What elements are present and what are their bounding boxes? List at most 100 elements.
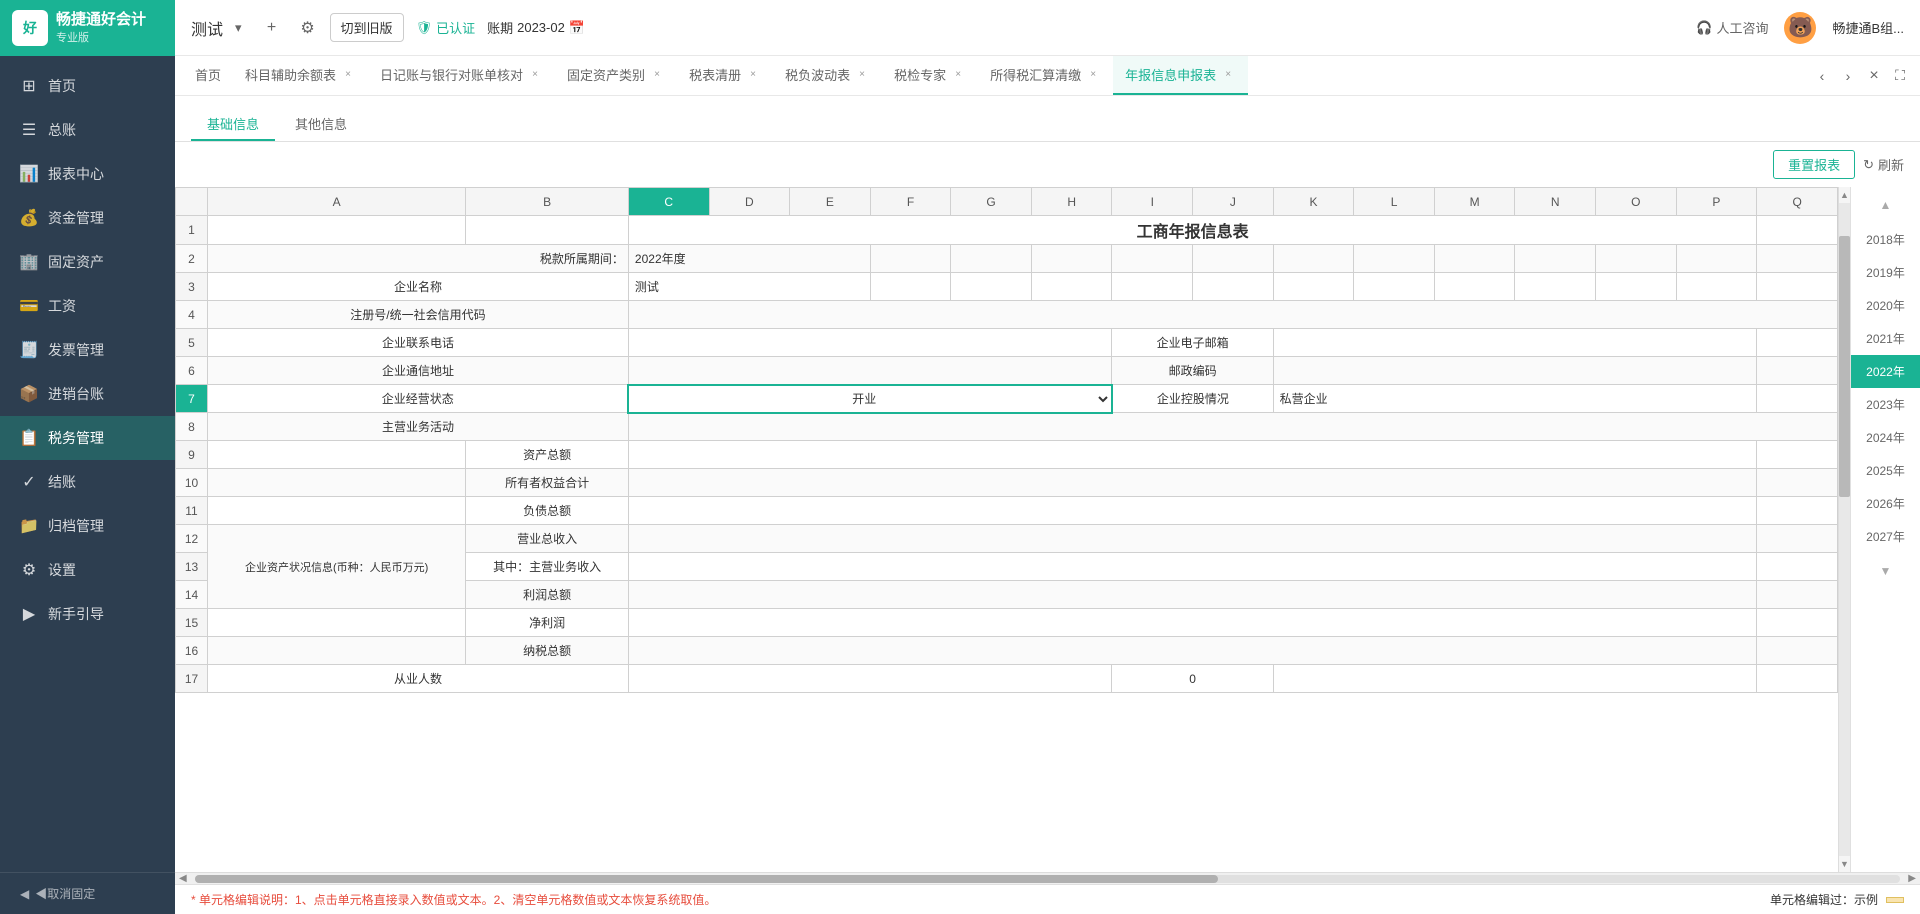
tab-journal[interactable]: 日记账与银行对账单核对 ×	[368, 56, 555, 95]
sidebar-item-capital[interactable]: 💰 资金管理	[0, 196, 175, 240]
sidebar-item-assets[interactable]: 🏢 固定资产	[0, 240, 175, 284]
year-nav-up-button[interactable]: ▲	[1872, 191, 1900, 219]
sidebar-item-invoice[interactable]: 🧾 发票管理	[0, 328, 175, 372]
cell-17c[interactable]	[628, 665, 1112, 693]
tab-fixed[interactable]: 固定资产类别 ×	[555, 56, 677, 95]
year-item-2024[interactable]: 2024年	[1851, 421, 1920, 454]
col-header-h[interactable]: H	[1031, 188, 1112, 216]
year-item-2026[interactable]: 2026年	[1851, 487, 1920, 520]
cell-17j[interactable]: 0	[1112, 665, 1273, 693]
tab-prev-button[interactable]: ‹	[1810, 64, 1834, 88]
cell-15c[interactable]	[628, 609, 1756, 637]
cell-13c[interactable]	[628, 553, 1756, 581]
col-header-a[interactable]: A	[208, 188, 466, 216]
topbar-switch-button[interactable]: 切到旧版	[330, 13, 404, 42]
sub-tab-basic[interactable]: 基础信息	[191, 108, 275, 141]
col-header-n[interactable]: N	[1515, 188, 1596, 216]
col-header-c[interactable]: C	[628, 188, 709, 216]
scroll-track[interactable]	[1839, 203, 1850, 856]
cell-12c[interactable]	[628, 525, 1756, 553]
col-header-k[interactable]: K	[1273, 188, 1354, 216]
year-item-2022[interactable]: 2022年	[1851, 355, 1920, 388]
tab-taxlist[interactable]: 税表清册 ×	[677, 56, 773, 95]
sidebar-item-stock[interactable]: 📦 进销台账	[0, 372, 175, 416]
sidebar-item-report[interactable]: 📊 报表中心	[0, 152, 175, 196]
cell-16c[interactable]	[628, 637, 1756, 665]
col-header-o[interactable]: O	[1596, 188, 1677, 216]
sidebar-item-payroll[interactable]: 💳 工资	[0, 284, 175, 328]
spreadsheet-scroll-area[interactable]: A B C D E F G H I J	[175, 187, 1838, 872]
cell-3c[interactable]: 测试	[628, 273, 870, 301]
vertical-scrollbar[interactable]: ▲ ▼	[1838, 187, 1850, 872]
cell-11c[interactable]	[628, 497, 1756, 525]
col-header-b[interactable]: B	[466, 188, 629, 216]
col-header-d[interactable]: D	[709, 188, 790, 216]
sidebar-item-settings[interactable]: ⚙ 设置	[0, 548, 175, 592]
cell-4c[interactable]	[628, 301, 1837, 329]
year-item-2023[interactable]: 2023年	[1851, 388, 1920, 421]
cell-7l[interactable]: 私营企业	[1273, 385, 1757, 413]
tab-taxlist-close[interactable]: ×	[745, 67, 761, 83]
tab-next-button[interactable]: ›	[1836, 64, 1860, 88]
cell-2c[interactable]: 2022年度	[628, 245, 870, 273]
col-header-p[interactable]: P	[1676, 188, 1757, 216]
col-header-f[interactable]: F	[870, 188, 951, 216]
tab-incometax[interactable]: 所得税汇算清缴 ×	[978, 56, 1113, 95]
topbar-settings-button[interactable]: ⚙	[294, 14, 322, 42]
cell-5c[interactable]	[628, 329, 1112, 357]
horizontal-scrollbar[interactable]: ◀ ▶	[175, 872, 1920, 884]
cell-title[interactable]: 工商年报信息表	[628, 216, 1756, 245]
tab-taxwave-close[interactable]: ×	[854, 67, 870, 83]
reset-button[interactable]: 重置报表	[1773, 150, 1855, 179]
tab-aux[interactable]: 科目辅助余额表 ×	[233, 56, 368, 95]
topbar-dropdown[interactable]: ▾	[235, 20, 242, 36]
year-item-2019[interactable]: 2019年	[1851, 256, 1920, 289]
tab-journal-close[interactable]: ×	[527, 67, 543, 83]
year-nav-down-button[interactable]: ▼	[1872, 557, 1900, 585]
year-item-2021[interactable]: 2021年	[1851, 322, 1920, 355]
refresh-button[interactable]: ↻ 刷新	[1863, 155, 1904, 174]
year-item-2027[interactable]: 2027年	[1851, 520, 1920, 553]
tab-incometax-close[interactable]: ×	[1085, 67, 1101, 83]
tab-taxcheck-close[interactable]: ×	[950, 67, 966, 83]
tab-aux-close[interactable]: ×	[340, 67, 356, 83]
sidebar-item-ledger[interactable]: ☰ 总账	[0, 108, 175, 152]
tab-close-all-button[interactable]: ×	[1862, 64, 1886, 88]
sub-tab-other[interactable]: 其他信息	[279, 108, 363, 141]
sidebar-item-tax[interactable]: 📋 税务管理	[0, 416, 175, 460]
sidebar-item-guide[interactable]: ▶ 新手引导	[0, 592, 175, 636]
cell-8c[interactable]	[628, 413, 1837, 441]
topbar-service-button[interactable]: 🎧 人工咨询	[1696, 18, 1768, 37]
scroll-up-button[interactable]: ▲	[1839, 187, 1850, 203]
sidebar-item-settle[interactable]: ✓ 结账	[0, 460, 175, 504]
cell-14c[interactable]	[628, 581, 1756, 609]
tab-taxcheck[interactable]: 税检专家 ×	[882, 56, 978, 95]
cell-7c[interactable]: 开业 注销 吊销 迁出 撤销	[628, 385, 1112, 413]
cell-17l[interactable]	[1273, 665, 1757, 693]
year-item-2025[interactable]: 2025年	[1851, 454, 1920, 487]
sidebar-item-home[interactable]: ⊞ 首页	[0, 64, 175, 108]
col-header-q[interactable]: Q	[1757, 188, 1838, 216]
tab-taxwave[interactable]: 税负波动表 ×	[773, 56, 882, 95]
user-avatar[interactable]: 🐻	[1784, 12, 1816, 44]
scroll-down-button[interactable]: ▼	[1839, 856, 1850, 872]
tab-yearinfo[interactable]: 年报信息申报表 ×	[1113, 56, 1248, 95]
tab-home[interactable]: 首页	[183, 56, 233, 95]
calendar-icon[interactable]: 📅	[569, 20, 585, 36]
cell-10c[interactable]	[628, 469, 1756, 497]
col-header-g[interactable]: G	[951, 188, 1032, 216]
cell-5l[interactable]	[1273, 329, 1757, 357]
col-header-i[interactable]: I	[1112, 188, 1193, 216]
tab-expand-button[interactable]: ⛶	[1888, 64, 1912, 88]
tab-yearinfo-close[interactable]: ×	[1220, 67, 1236, 83]
tab-fixed-close[interactable]: ×	[649, 67, 665, 83]
col-header-j[interactable]: J	[1193, 188, 1274, 216]
cell-6l[interactable]	[1273, 357, 1757, 385]
col-header-e[interactable]: E	[790, 188, 871, 216]
topbar-add-button[interactable]: +	[258, 14, 286, 42]
business-status-select[interactable]: 开业 注销 吊销 迁出 撤销	[629, 391, 1111, 407]
sidebar-collapse-button[interactable]: ◀ ◀取消固定	[0, 872, 175, 914]
sidebar-item-archive[interactable]: 📁 归档管理	[0, 504, 175, 548]
h-scroll-track[interactable]	[195, 875, 1901, 883]
year-item-2020[interactable]: 2020年	[1851, 289, 1920, 322]
